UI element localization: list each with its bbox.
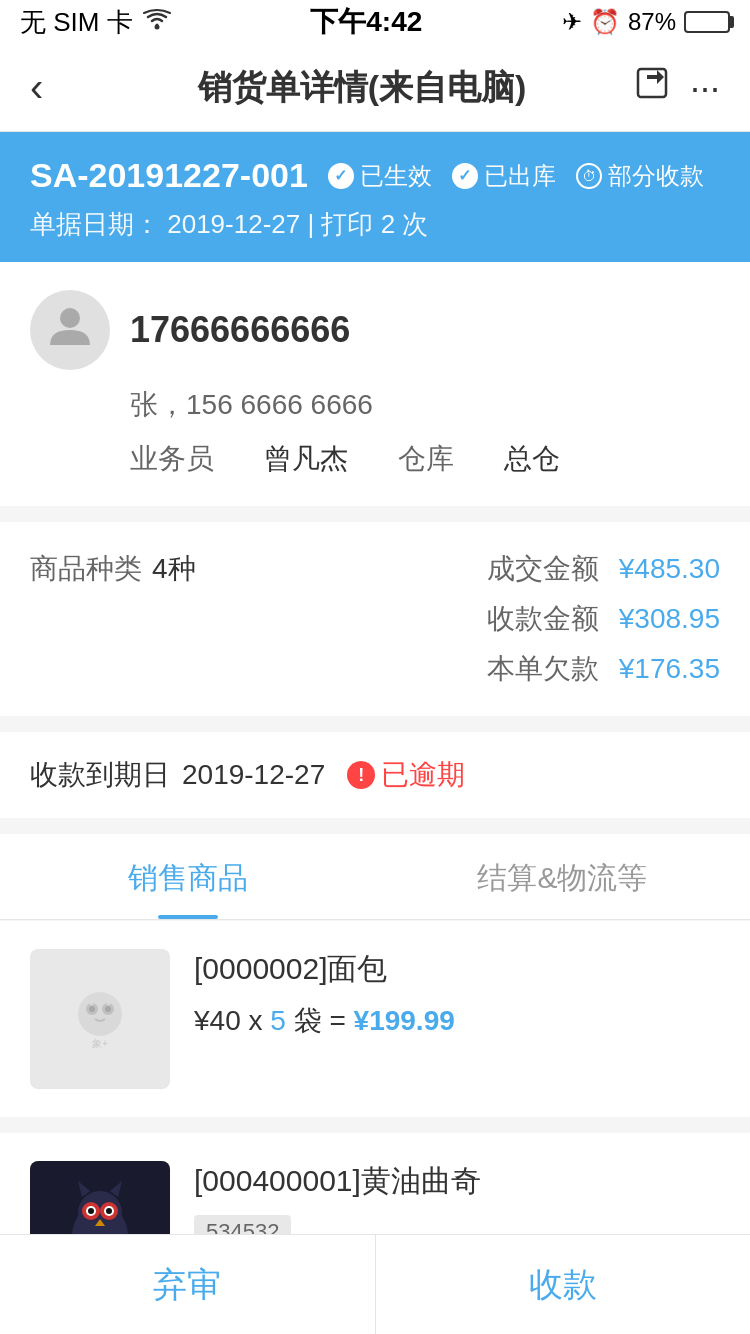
tab-sales-products[interactable]: 销售商品: [0, 834, 375, 919]
svg-point-3: [78, 992, 122, 1036]
category-label: 商品种类: [30, 550, 142, 588]
status-right: ✈ ⏰ 87%: [562, 8, 730, 36]
order-id: SA-20191227-001: [30, 156, 308, 195]
nav-bar: ‹ 销货单详情(来自电脑) ···: [0, 44, 750, 132]
more-icon[interactable]: ···: [690, 67, 720, 109]
back-button[interactable]: ‹: [30, 65, 90, 110]
order-id-row: SA-20191227-001 ✓ 已生效 ✓ 已出库 ⏱ 部分收款: [30, 156, 720, 195]
owed-amount-row: 本单欠款 ¥176.35: [487, 650, 720, 688]
overdue-label: 收款到期日: [30, 756, 170, 794]
overdue-status: 已逾期: [381, 756, 465, 794]
deal-amount-label: 成交金额: [487, 550, 599, 588]
overdue-section: 收款到期日 2019-12-27 ! 已逾期: [0, 732, 750, 818]
check-icon-2: ✓: [452, 163, 478, 189]
tabs-section: 销售商品 结算&物流等: [0, 834, 750, 920]
customer-phone: 17666666666: [130, 309, 350, 351]
product-info-1: [0000002]面包 ¥40 x 5 袋 = ¥199.99: [194, 949, 720, 1040]
received-amount-label: 收款金额: [487, 600, 599, 638]
wifi-icon: [143, 7, 171, 38]
badge-effective: ✓ 已生效: [328, 160, 432, 192]
product-price-row-1: ¥40 x 5 袋 = ¥199.99: [194, 1002, 720, 1040]
list-item: 象+ [0000002]面包 ¥40 x 5 袋 = ¥199.99: [0, 921, 750, 1117]
svg-point-6: [89, 1006, 95, 1012]
badge-partial-payment: ⏱ 部分收款: [576, 160, 704, 192]
summary-right: 成交金额 ¥485.30 收款金额 ¥308.95 本单欠款 ¥176.35: [487, 550, 720, 688]
order-meta: 单据日期： 2019-12-27 | 打印 2 次: [30, 207, 720, 242]
status-time: 下午4:42: [310, 3, 422, 41]
order-header: SA-20191227-001 ✓ 已生效 ✓ 已出库 ⏱ 部分收款 单据日期：…: [0, 132, 750, 262]
warehouse-name: 总仓: [504, 440, 560, 478]
collect-payment-button[interactable]: 收款: [376, 1235, 751, 1334]
customer-row: 17666666666: [30, 290, 720, 370]
tabs-row: 销售商品 结算&物流等: [0, 834, 750, 920]
location-icon: ✈: [562, 8, 582, 36]
overdue-warning-icon: !: [347, 761, 375, 789]
product-name-1: [0000002]面包: [194, 949, 720, 990]
svg-point-7: [105, 1006, 111, 1012]
summary-section: 商品种类 4种 成交金额 ¥485.30 收款金额 ¥308.95 本单欠款 ¥…: [0, 522, 750, 716]
cancel-review-button[interactable]: 弃审: [0, 1235, 376, 1334]
customer-name: 张，156 6666 6666: [130, 386, 720, 424]
battery-icon: [684, 11, 730, 33]
svg-rect-1: [638, 69, 666, 97]
received-amount-row: 收款金额 ¥308.95: [487, 600, 720, 638]
badge-shipped: ✓ 已出库: [452, 160, 556, 192]
svg-point-0: [154, 24, 159, 29]
overdue-badge: ! 已逾期: [347, 756, 465, 794]
check-icon-1: ✓: [328, 163, 354, 189]
warehouse-label: 仓库: [398, 440, 454, 478]
carrier-label: 无 SIM 卡: [20, 5, 133, 40]
sales-name: 曾凡杰: [264, 440, 348, 478]
share-icon[interactable]: [634, 65, 670, 110]
sales-label: 业务员: [130, 440, 214, 478]
nav-actions: ···: [634, 65, 720, 110]
page-title: 销货单详情(来自电脑): [198, 65, 527, 111]
received-amount-value: ¥308.95: [619, 603, 720, 635]
customer-info-row: 业务员 曾凡杰 仓库 总仓: [130, 440, 720, 478]
summary-row: 商品种类 4种 成交金额 ¥485.30 收款金额 ¥308.95 本单欠款 ¥…: [30, 550, 720, 688]
summary-left: 商品种类 4种: [30, 550, 196, 588]
deal-amount-row: 成交金额 ¥485.30: [487, 550, 720, 588]
bottom-bar: 弃审 收款: [0, 1234, 750, 1334]
svg-point-2: [60, 308, 80, 328]
avatar: [30, 290, 110, 370]
battery-percent: 87%: [628, 8, 676, 36]
product-qty-1: 5: [270, 1005, 286, 1036]
product-total-1: ¥199.99: [354, 1005, 455, 1036]
owed-amount-value: ¥176.35: [619, 653, 720, 685]
svg-text:象+: 象+: [92, 1038, 108, 1049]
deal-amount-value: ¥485.30: [619, 553, 720, 585]
product-name-2: [000400001]黄油曲奇: [194, 1161, 720, 1202]
status-left: 无 SIM 卡: [20, 5, 171, 40]
status-bar: 无 SIM 卡 下午4:42 ✈ ⏰ 87%: [0, 0, 750, 44]
svg-point-17: [106, 1208, 112, 1214]
alarm-icon: ⏰: [590, 8, 620, 36]
product-image-1: 象+: [30, 949, 170, 1089]
owed-amount-label: 本单欠款: [487, 650, 599, 688]
user-icon: [45, 300, 95, 360]
category-count: 4种: [152, 550, 196, 588]
customer-section: 17666666666 张，156 6666 6666 业务员 曾凡杰 仓库 总…: [0, 262, 750, 506]
clock-icon: ⏱: [576, 163, 602, 189]
overdue-date: 2019-12-27: [182, 759, 325, 791]
svg-point-16: [88, 1208, 94, 1214]
tab-settlement-logistics[interactable]: 结算&物流等: [375, 834, 750, 919]
